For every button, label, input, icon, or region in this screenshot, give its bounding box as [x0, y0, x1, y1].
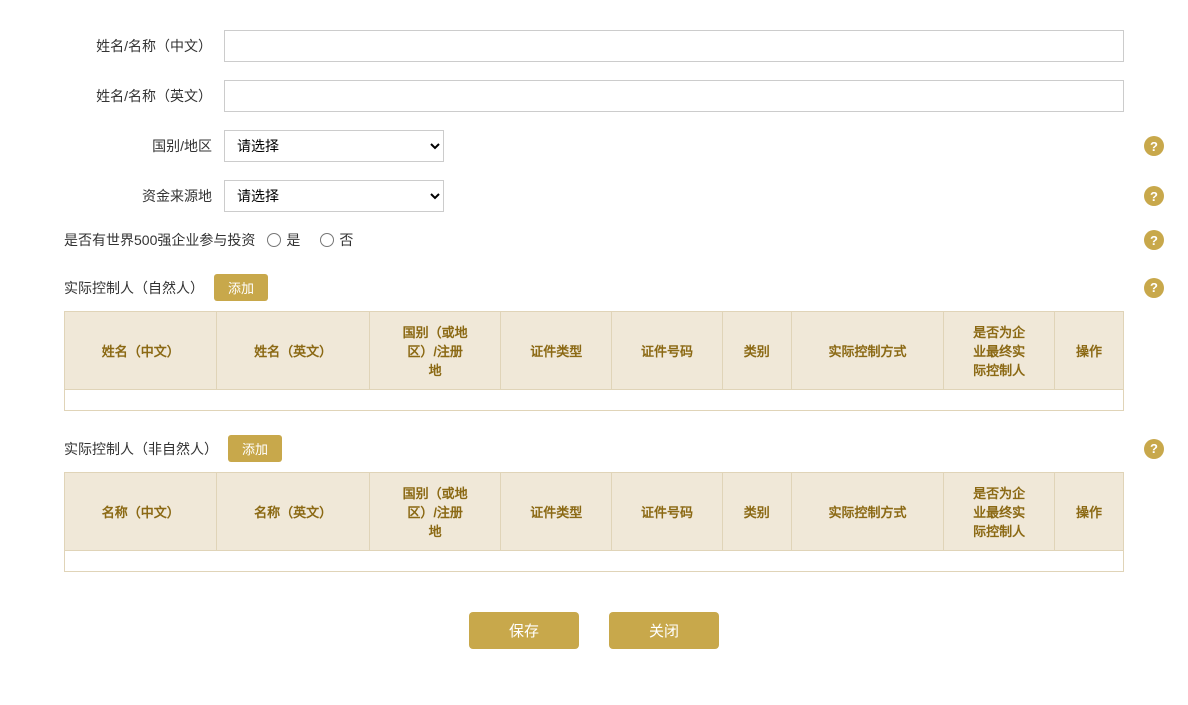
name-cn-row: 姓名/名称（中文） [64, 30, 1124, 62]
name-en-row: 姓名/名称（英文） [64, 80, 1124, 112]
radio-yes-label: 是 [286, 230, 300, 250]
fortune500-row: 是否有世界500强企业参与投资 是 否 ? [64, 230, 1124, 250]
col-name-cn: 姓名（中文） [65, 312, 217, 390]
natural-table-empty-cell [65, 390, 1124, 411]
fund-source-label: 资金来源地 [64, 186, 224, 206]
natural-add-button[interactable]: 添加 [214, 274, 268, 301]
natural-person-table: 姓名（中文） 姓名（英文） 国别（或地区）/注册地 证件类型 证件号码 类别 实… [64, 311, 1124, 411]
col-is-final-controller-nn: 是否为企业最终实际控制人 [944, 473, 1055, 551]
radio-no-input[interactable] [320, 233, 334, 247]
col-control-method: 实际控制方式 [791, 312, 943, 390]
col-name-en: 姓名（英文） [217, 312, 369, 390]
name-cn-input[interactable] [224, 30, 1124, 62]
non-natural-table-empty-cell [65, 551, 1124, 572]
col-control-method-nn: 实际控制方式 [791, 473, 943, 551]
radio-no-label: 否 [339, 230, 353, 250]
col-name-cn-nn: 名称（中文） [65, 473, 217, 551]
col-cert-type: 证件类型 [501, 312, 612, 390]
fund-source-select[interactable]: 请选择 [224, 180, 444, 212]
country-row: 国别/地区 请选择 ? [64, 130, 1124, 162]
fund-source-help-icon[interactable]: ? [1144, 186, 1164, 206]
name-en-input[interactable] [224, 80, 1124, 112]
non-natural-table-empty-row [65, 551, 1124, 572]
close-button[interactable]: 关闭 [609, 612, 719, 649]
col-operation: 操作 [1054, 312, 1123, 390]
natural-section-title: 实际控制人（自然人） [64, 278, 204, 298]
col-country-nn: 国别（或地区）/注册地 [369, 473, 501, 551]
country-help-icon[interactable]: ? [1144, 136, 1164, 156]
non-natural-add-button[interactable]: 添加 [228, 435, 282, 462]
col-category: 类别 [722, 312, 791, 390]
natural-table-empty-row [65, 390, 1124, 411]
natural-section-header: 实际控制人（自然人） 添加 ? [64, 274, 1124, 301]
country-label: 国别/地区 [64, 136, 224, 156]
col-country: 国别（或地区）/注册地 [369, 312, 501, 390]
form-container: 姓名/名称（中文） 姓名/名称（英文） 国别/地区 请选择 ? 资金来源地 请选… [64, 30, 1124, 649]
footer-buttons: 保存 关闭 [64, 612, 1124, 649]
save-button[interactable]: 保存 [469, 612, 579, 649]
fortune500-radio-group: 是 否 [267, 230, 353, 250]
non-natural-section-header: 实际控制人（非自然人） 添加 ? [64, 435, 1124, 462]
col-cert-type-nn: 证件类型 [501, 473, 612, 551]
non-natural-help-icon[interactable]: ? [1144, 439, 1164, 459]
non-natural-section-title: 实际控制人（非自然人） [64, 439, 218, 459]
non-natural-table-header-row: 名称（中文） 名称（英文） 国别（或地区）/注册地 证件类型 证件号码 类别 实… [65, 473, 1124, 551]
name-en-label: 姓名/名称（英文） [64, 86, 224, 106]
radio-no-option[interactable]: 否 [320, 230, 353, 250]
fortune500-help-icon[interactable]: ? [1144, 230, 1164, 250]
col-is-final-controller: 是否为企业最终实际控制人 [944, 312, 1055, 390]
country-select[interactable]: 请选择 [224, 130, 444, 162]
col-cert-no-nn: 证件号码 [612, 473, 723, 551]
natural-help-icon[interactable]: ? [1144, 278, 1164, 298]
natural-table-header-row: 姓名（中文） 姓名（英文） 国别（或地区）/注册地 证件类型 证件号码 类别 实… [65, 312, 1124, 390]
non-natural-person-table: 名称（中文） 名称（英文） 国别（或地区）/注册地 证件类型 证件号码 类别 实… [64, 472, 1124, 572]
col-category-nn: 类别 [722, 473, 791, 551]
col-operation-nn: 操作 [1054, 473, 1123, 551]
radio-yes-option[interactable]: 是 [267, 230, 300, 250]
fortune500-label: 是否有世界500强企业参与投资 [64, 230, 267, 250]
radio-yes-input[interactable] [267, 233, 281, 247]
col-name-en-nn: 名称（英文） [217, 473, 369, 551]
name-cn-label: 姓名/名称（中文） [64, 36, 224, 56]
col-cert-no: 证件号码 [612, 312, 723, 390]
fund-source-row: 资金来源地 请选择 ? [64, 180, 1124, 212]
